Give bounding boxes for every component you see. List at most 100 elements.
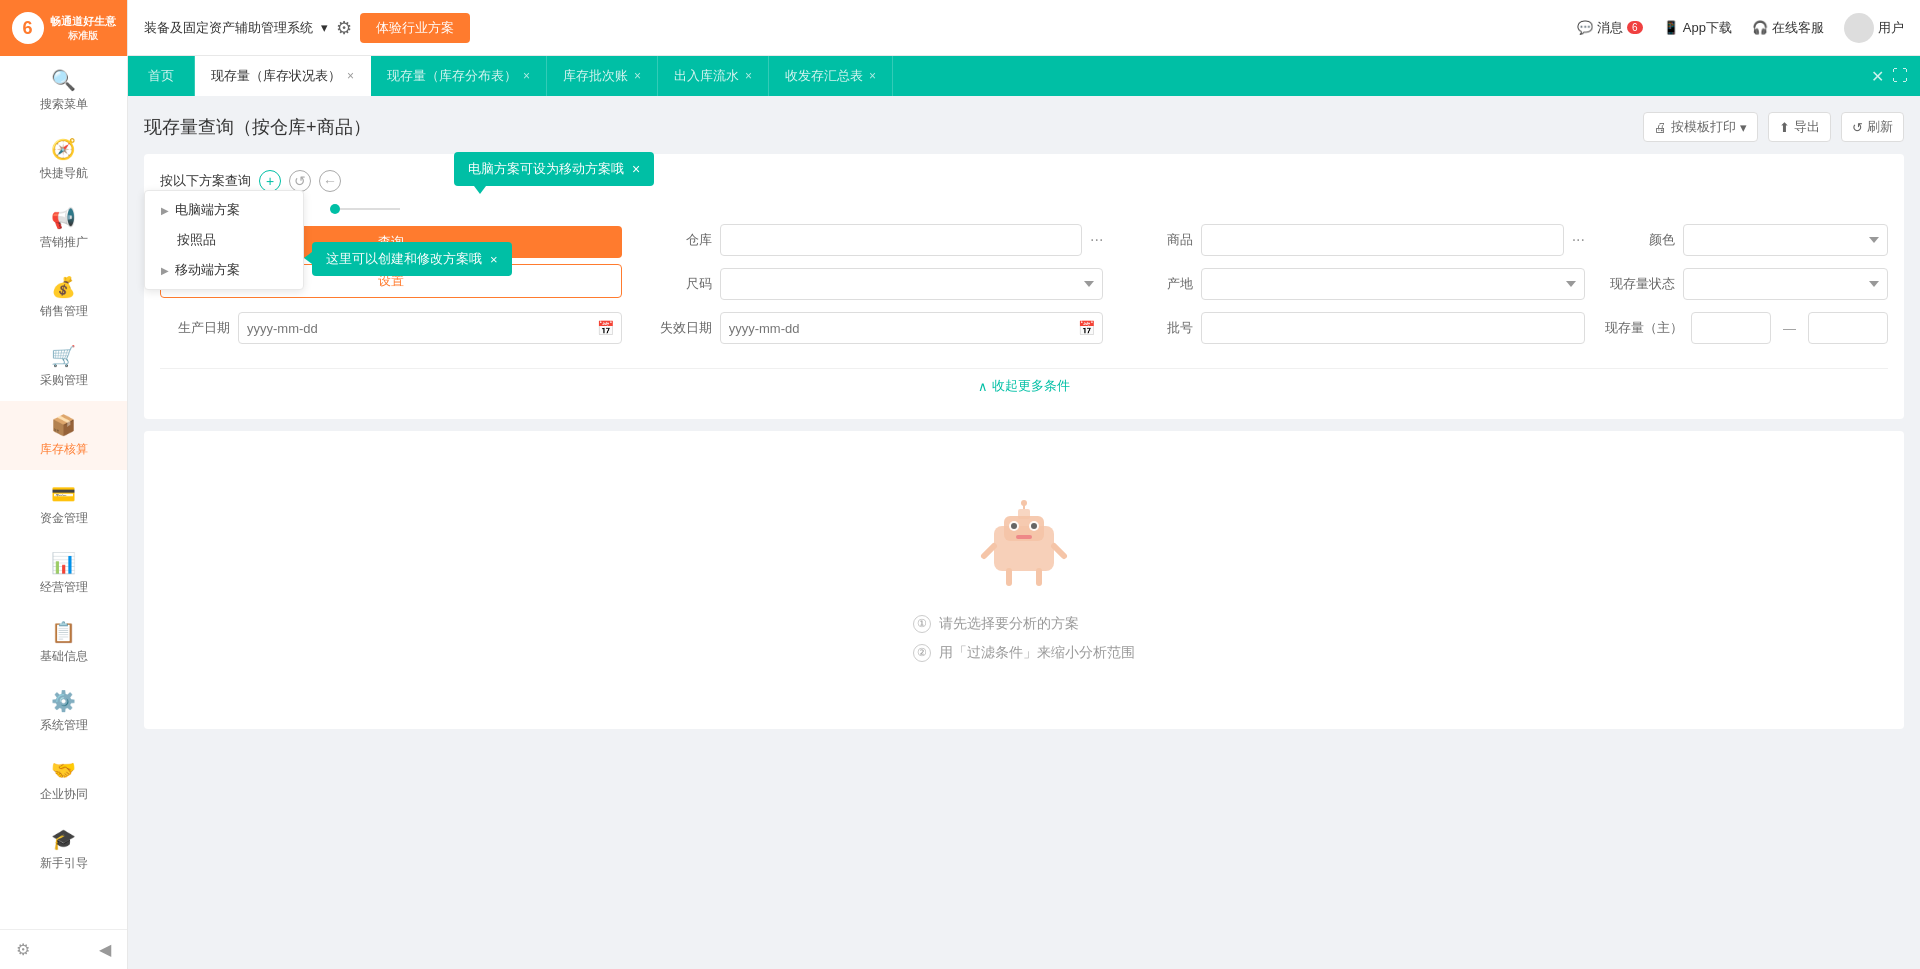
goods-input[interactable]	[1201, 224, 1563, 256]
sidebar-item-label: 采购管理	[40, 372, 88, 389]
svg-line-7	[984, 546, 994, 556]
settings-icon[interactable]: ⚙	[16, 940, 30, 959]
empty-step2: 用「过滤条件」来缩小分析范围	[939, 640, 1135, 665]
support-action[interactable]: 🎧 在线客服	[1752, 19, 1824, 37]
sidebar-item-label: 资金管理	[40, 510, 88, 527]
expire-date-icon[interactable]: 📅	[1078, 320, 1095, 336]
warehouse-input[interactable]	[720, 224, 1082, 256]
add-schema-btn[interactable]: +	[259, 170, 281, 192]
export-btn[interactable]: ⬆ 导出	[1768, 112, 1831, 142]
sidebar-item-marketing[interactable]: 📢营销推广	[0, 194, 127, 263]
sidebar-item-basic[interactable]: 📋基础信息	[0, 608, 127, 677]
origin-label: 产地	[1123, 275, 1193, 293]
arrow-right-icon: ▶	[161, 265, 169, 276]
sidebar-item-guide[interactable]: 🎓新手引导	[0, 815, 127, 884]
svg-point-5	[1031, 523, 1037, 529]
tab-close-5[interactable]: ×	[869, 69, 876, 83]
stock-status-label: 现存量状态	[1605, 275, 1675, 293]
enterprise-icon: 🤝	[51, 758, 76, 782]
stock-max-input[interactable]	[1808, 312, 1888, 344]
sidebar-item-search[interactable]: 🔍 搜索菜单	[0, 56, 127, 125]
sidebar-item-enterprise[interactable]: 🤝企业协同	[0, 746, 127, 815]
collapse-icon[interactable]: ◀	[99, 940, 111, 959]
tab-item-1[interactable]: 现存量（库存状况表）×	[195, 56, 371, 96]
main-tooltip-close[interactable]: ×	[632, 161, 640, 177]
stock-status-select[interactable]	[1683, 268, 1888, 300]
schema-item-product[interactable]: 按照品	[145, 225, 303, 255]
sidebar-item-system[interactable]: ⚙️系统管理	[0, 677, 127, 746]
sidebar-item-purchase[interactable]: 🛒采购管理	[0, 332, 127, 401]
tab-item-5[interactable]: 收发存汇总表×	[769, 56, 893, 96]
tab-close-all-icon[interactable]: ✕	[1871, 67, 1884, 86]
svg-rect-6	[1016, 535, 1032, 539]
print-icon: 🖨	[1654, 120, 1667, 135]
sidebar-item-label: 销售管理	[40, 303, 88, 320]
color-select[interactable]	[1683, 224, 1888, 256]
page-content: 现存量查询（按仓库+商品） 🖨 按模板打印 ▾ ⬆ 导出 ↺ 刷新	[128, 96, 1920, 969]
user-action[interactable]: 用户	[1844, 13, 1904, 43]
collapse-bar[interactable]: ∧ 收起更多条件	[160, 368, 1888, 403]
system-dropdown[interactable]: ▾	[321, 20, 328, 35]
sidebar-item-label: 新手引导	[40, 855, 88, 872]
tab-close-1[interactable]: ×	[347, 69, 354, 83]
message-action[interactable]: 💬 消息 6	[1577, 19, 1643, 37]
tab-close-2[interactable]: ×	[523, 69, 530, 83]
trial-button[interactable]: 体验行业方案	[360, 13, 470, 43]
marketing-icon: 📢	[51, 206, 76, 230]
search-panel: ▶ 电脑端方案 按照品 ▶ 移动端方案 这里可以创建和修改方案哦 ×	[144, 154, 1904, 419]
schema-panel: ▶ 电脑端方案 按照品 ▶ 移动端方案	[144, 190, 304, 290]
sidebar-item-sales[interactable]: 💰销售管理	[0, 263, 127, 332]
warehouse-more-icon[interactable]: ···	[1090, 231, 1103, 249]
sidebar-item-inventory[interactable]: 📦库存核算	[0, 401, 127, 470]
size-select[interactable]	[720, 268, 1104, 300]
tab-item-4[interactable]: 出入库流水×	[658, 56, 769, 96]
tab-item-2[interactable]: 现存量（库存分布表）×	[371, 56, 547, 96]
app-download-action[interactable]: 📱 App下载	[1663, 19, 1732, 37]
svg-line-8	[1054, 546, 1064, 556]
produce-date-icon[interactable]: 📅	[597, 320, 614, 336]
batch-label: 批号	[1123, 319, 1193, 337]
tab-item-3[interactable]: 库存批次账×	[547, 56, 658, 96]
goods-more-icon[interactable]: ···	[1572, 231, 1585, 249]
user-label: 用户	[1878, 19, 1904, 37]
tab-close-3[interactable]: ×	[634, 69, 641, 83]
origin-select[interactable]	[1201, 268, 1585, 300]
support-label: 在线客服	[1772, 19, 1824, 37]
tab-item-0[interactable]: 首页	[128, 56, 195, 96]
schema-item-mobile[interactable]: ▶ 移动端方案	[145, 255, 303, 285]
page-title: 现存量查询（按仓库+商品）	[144, 115, 371, 139]
tab-expand-icon[interactable]: ⛶	[1892, 67, 1908, 85]
sidebar-item-quick[interactable]: 🧭快捷导航	[0, 125, 127, 194]
refresh-btn[interactable]: ↺ 刷新	[1841, 112, 1904, 142]
schema-item-desktop[interactable]: ▶ 电脑端方案	[145, 195, 303, 225]
message-icon: 💬	[1577, 20, 1593, 35]
sidebar-item-operation[interactable]: 📊经营管理	[0, 539, 127, 608]
goods-label: 商品	[1123, 231, 1193, 249]
sidebar-item-label: 搜索菜单	[40, 96, 88, 113]
edit-tooltip-close[interactable]: ×	[490, 252, 498, 267]
empty-step1: 请先选择要分析的方案	[939, 611, 1079, 636]
empty-state: ① 请先选择要分析的方案 ② 用「过滤条件」来缩小分析范围	[144, 431, 1904, 729]
app-label: App下载	[1683, 19, 1732, 37]
collapse-schema-btn[interactable]: ←	[319, 170, 341, 192]
collapse-icon: ∧	[978, 379, 988, 394]
color-field: 颜色	[1605, 224, 1888, 256]
sidebar-item-finance[interactable]: 💳资金管理	[0, 470, 127, 539]
message-label: 消息	[1597, 19, 1623, 37]
header-settings-icon[interactable]: ⚙	[336, 17, 352, 39]
search-icon: 🔍	[51, 68, 76, 92]
batch-input[interactable]	[1201, 312, 1585, 344]
edit-tooltip-text: 这里可以创建和修改方案哦	[326, 250, 482, 268]
stock-min-input[interactable]	[1691, 312, 1771, 344]
message-badge: 6	[1627, 21, 1643, 34]
print-template-btn[interactable]: 🖨 按模板打印 ▾	[1643, 112, 1758, 142]
expire-date-input[interactable]	[720, 312, 1104, 344]
tab-close-4[interactable]: ×	[745, 69, 752, 83]
empty-illustration	[974, 491, 1074, 591]
export-icon: ⬆	[1779, 120, 1790, 135]
produce-date-input[interactable]	[238, 312, 622, 344]
refresh-schema-btn[interactable]: ↺	[289, 170, 311, 192]
arrow-icon: ▶	[161, 205, 169, 216]
sidebar-item-label: 系统管理	[40, 717, 88, 734]
svg-point-13	[1021, 500, 1027, 506]
